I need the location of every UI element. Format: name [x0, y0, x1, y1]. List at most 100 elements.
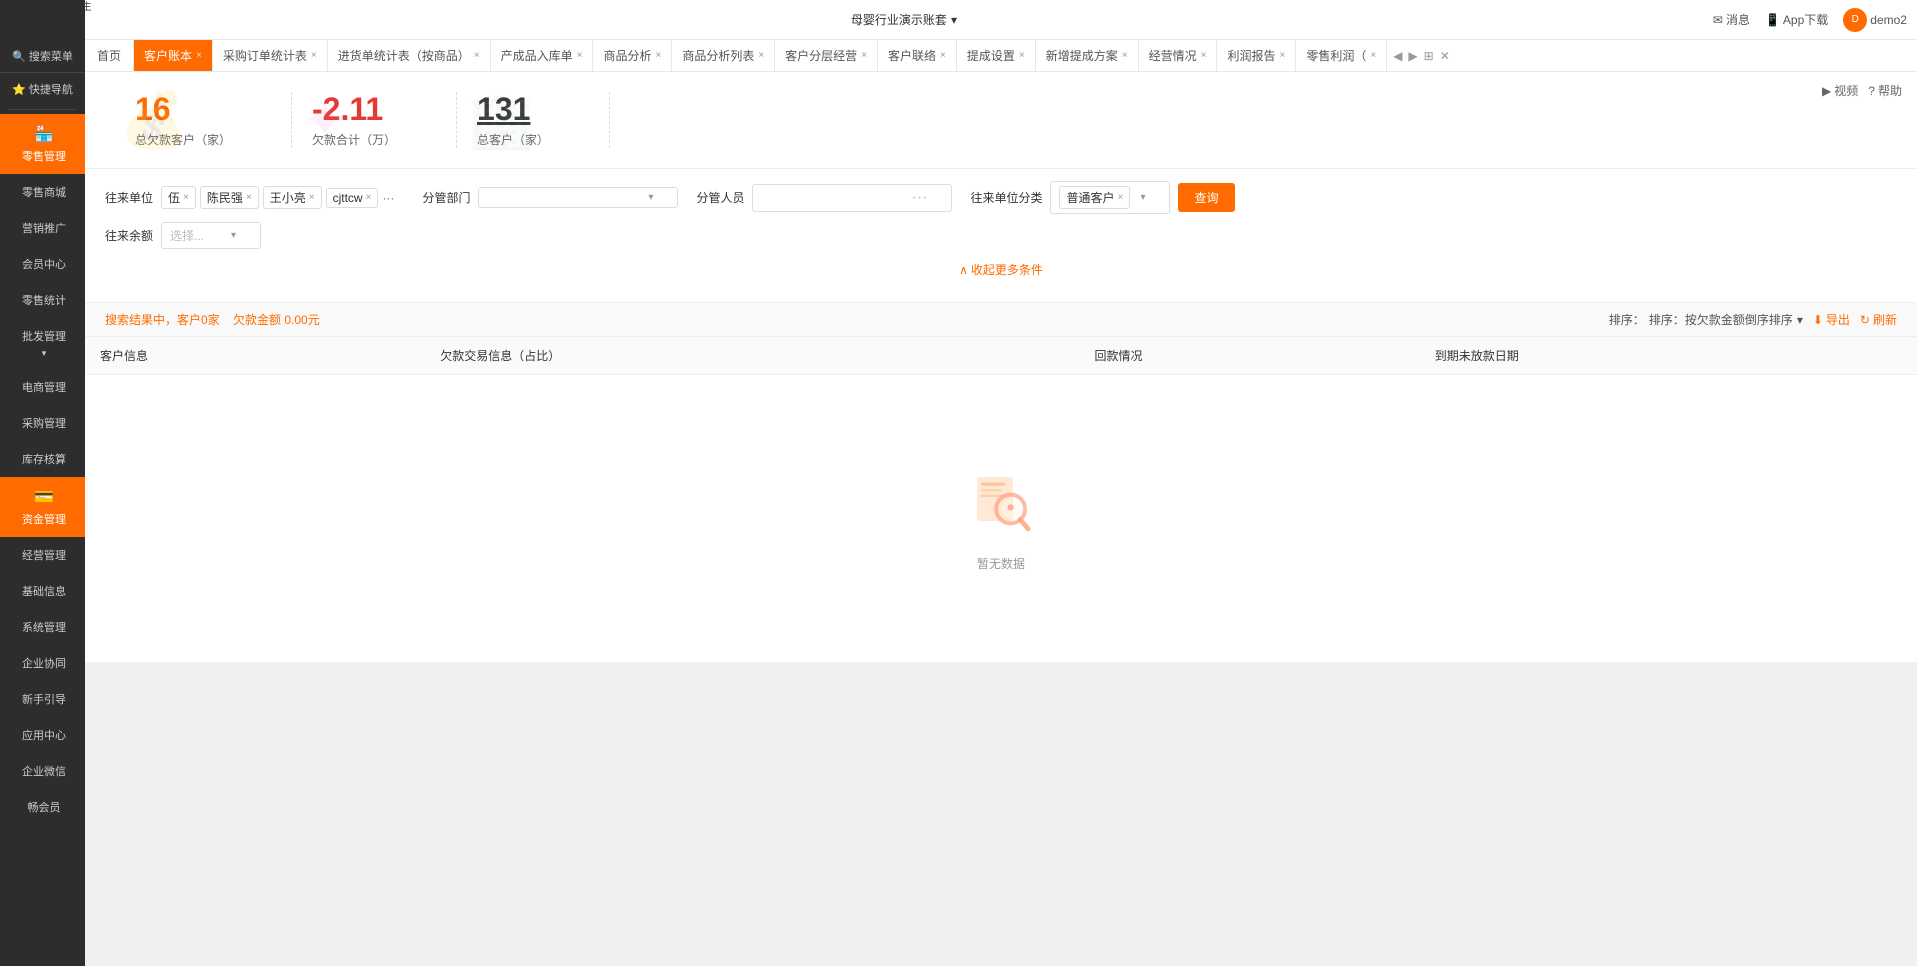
tag-remove-chen[interactable]: × — [246, 192, 252, 203]
store-icon: 🏪 — [34, 124, 54, 144]
tab-close-icon[interactable]: × — [758, 50, 764, 61]
unit-class-tag-normal: 普通客户 × — [1059, 186, 1130, 209]
dept-select[interactable]: ▾ — [478, 187, 678, 208]
sidebar-item-marketing[interactable]: 营销推广 — [0, 210, 85, 246]
app-download-button[interactable]: 📱 App下载 — [1765, 11, 1828, 28]
sidebar-item-ecommerce[interactable]: 电商管理 — [0, 369, 85, 405]
sidebar-item-member[interactable]: 畅会员 — [0, 789, 85, 825]
user-menu[interactable]: D demo2 — [1843, 8, 1907, 32]
query-button[interactable]: 查询 — [1178, 183, 1234, 212]
sidebar-item-retail-mgmt[interactable]: 🏪 零售管理 — [0, 114, 85, 174]
sidebar-item-operation-mgmt[interactable]: 经营管理 — [0, 537, 85, 573]
tab-close-icon[interactable]: × — [1019, 50, 1025, 61]
tab-next-arrow[interactable]: ▶ — [1406, 47, 1419, 65]
tab-product-instock[interactable]: 产成品入库单 × — [491, 40, 594, 71]
tab-close-icon[interactable]: × — [1122, 50, 1128, 61]
more-tags-btn[interactable]: ··· — [382, 191, 394, 205]
tab-commission-settings[interactable]: 提成设置 × — [957, 40, 1036, 71]
tab-goods-analysis[interactable]: 商品分析 × — [593, 40, 672, 71]
tab-close-icon[interactable]: × — [1370, 50, 1376, 61]
unit-class-arrow: ▾ — [1140, 192, 1145, 203]
chevron-up-icon: ∧ — [959, 263, 968, 277]
filter-row-2: 往来余额 选择... ▾ — [105, 222, 1897, 249]
tab-retail-profit[interactable]: 零售利润（ × — [1296, 40, 1387, 71]
sidebar-item-wholesale-mgmt[interactable]: 批发管理 ▾ — [0, 318, 85, 369]
help-link[interactable]: ? 帮助 — [1868, 82, 1902, 99]
balance-filter-label: 往来余额 — [105, 227, 153, 244]
empty-state: 暂无数据 — [100, 385, 1902, 652]
tab-close-icon[interactable]: × — [1279, 50, 1285, 61]
demo-account-select[interactable]: 母婴行业演示账套 ▾ — [851, 11, 957, 28]
sidebar-item-inventory[interactable]: 库存核算 — [0, 441, 85, 477]
tab-close-icon[interactable]: × — [474, 50, 480, 61]
tag-remove-wang[interactable]: × — [309, 192, 315, 203]
tag-remove-wu[interactable]: × — [183, 192, 189, 203]
tab-close-icon[interactable]: × — [1201, 50, 1207, 61]
sidebar-item-member-center[interactable]: 会员中心 — [0, 246, 85, 282]
stat-total-debt-amount: ✦ -2.11 欠款合计（万） — [292, 92, 457, 148]
avatar: D — [1843, 8, 1867, 32]
tab-profit-report[interactable]: 利润报告 × — [1217, 40, 1296, 71]
col-overdue-date: 到期未放款日期 — [1420, 337, 1917, 375]
tab-close-icon[interactable]: × — [655, 50, 661, 61]
tag-remove-normal[interactable]: × — [1118, 192, 1124, 203]
finance-icon: 💳 — [34, 487, 54, 507]
export-button[interactable]: ⬇ 导出 — [1813, 311, 1850, 328]
tab-expand-icon[interactable]: ⊞ — [1422, 47, 1436, 65]
toolbar-search-result: 搜索结果中，客户0家 欠款金额 0.00元 — [105, 311, 320, 328]
col-repayment: 回款情况 — [1079, 337, 1419, 375]
sidebar-search[interactable]: 🔍 搜索菜单 — [0, 40, 85, 73]
refresh-button[interactable]: ↻ 刷新 — [1860, 311, 1897, 328]
sidebar-item-system[interactable]: 系统管理 — [0, 609, 85, 645]
top-right-area: ✉ 消息 📱 App下载 D demo2 — [1713, 8, 1907, 32]
sidebar-item-finance[interactable]: 💳 资金管理 — [0, 477, 85, 537]
empty-state-cell: 暂无数据 — [85, 375, 1917, 663]
empty-state-text: 暂无数据 — [977, 555, 1025, 572]
sidebar-quick-nav[interactable]: ⭐ 快捷导航 — [0, 73, 85, 105]
person-select[interactable]: ··· — [752, 184, 952, 212]
bookmark-icon: ⭐ — [12, 83, 26, 96]
filter-collapse-row: ∧ 收起更多条件 — [105, 257, 1897, 282]
video-link[interactable]: ▶ 视频 — [1822, 82, 1858, 99]
tab-nav-arrows: ◀ ▶ ⊞ ✕ — [1387, 47, 1456, 65]
unit-filter-tags: 伍 × 陈民强 × 王小亮 × cjttcw × ··· — [161, 186, 394, 209]
tab-goods-analysis-list[interactable]: 商品分析列表 × — [672, 40, 775, 71]
sidebar-item-newbie-guide[interactable]: 新手引导 — [0, 681, 85, 717]
tab-customer-account[interactable]: 客户账本 × — [134, 40, 213, 71]
unit-class-select[interactable]: 普通客户 × ▾ — [1050, 181, 1170, 214]
tab-home[interactable]: 首页 — [85, 40, 134, 71]
sidebar-item-app-center[interactable]: 应用中心 — [0, 717, 85, 753]
sidebar-item-retail-stats[interactable]: 零售统计 — [0, 282, 85, 318]
tab-close-icon[interactable]: × — [311, 50, 317, 61]
tab-purchase-order-stats[interactable]: 采购订单统计表 × — [213, 40, 328, 71]
tab-new-commission[interactable]: 新增提成方案 × — [1036, 40, 1139, 71]
tab-customer-contact[interactable]: 客户联络 × — [878, 40, 957, 71]
tab-close-icon[interactable]: × — [940, 50, 946, 61]
unit-tag-wang: 王小亮 × — [263, 186, 322, 209]
tab-close-all-icon[interactable]: ✕ — [1438, 47, 1452, 65]
sidebar-item-basic-info[interactable]: 基础信息 — [0, 573, 85, 609]
tab-operation[interactable]: 经营情况 × — [1139, 40, 1218, 71]
sidebar-item-enterprise-collab[interactable]: 企业协同 — [0, 645, 85, 681]
tab-prev-arrow[interactable]: ◀ — [1391, 47, 1404, 65]
sidebar-item-wecom[interactable]: 企业微信 — [0, 753, 85, 789]
filter-row-1: 往来单位 伍 × 陈民强 × 王小亮 × cjttcw × ··· — [105, 181, 1897, 214]
sidebar-item-purchase[interactable]: 采购管理 — [0, 405, 85, 441]
tab-close-icon[interactable]: × — [577, 50, 583, 61]
message-icon: ✉ — [1713, 13, 1723, 27]
tag-remove-cjttcw[interactable]: × — [366, 192, 372, 203]
collapse-button[interactable]: ∧ 收起更多条件 — [949, 257, 1053, 282]
balance-select[interactable]: 选择... ▾ — [161, 222, 261, 249]
sort-select[interactable]: 排序： 排序：按欠款金额倒序排序 ▾ — [1609, 311, 1803, 328]
play-icon: ▶ — [1822, 84, 1831, 98]
person-filter-label: 分管人员 — [696, 189, 744, 206]
tab-goods-stats[interactable]: 进货单统计表（按商品） × — [328, 40, 491, 71]
sidebar-item-retail-mall[interactable]: 零售商城 — [0, 174, 85, 210]
tab-customer-layer[interactable]: 客户分层经营 × — [775, 40, 878, 71]
tab-close-icon[interactable]: × — [861, 50, 867, 61]
col-customer-info: 客户信息 — [85, 337, 425, 375]
tab-close-icon[interactable]: × — [196, 50, 202, 61]
unit-tag-chen: 陈民强 × — [200, 186, 259, 209]
messages-button[interactable]: ✉ 消息 — [1713, 11, 1750, 28]
table-toolbar: 搜索结果中，客户0家 欠款金额 0.00元 排序： 排序：按欠款金额倒序排序 ▾… — [85, 303, 1917, 337]
